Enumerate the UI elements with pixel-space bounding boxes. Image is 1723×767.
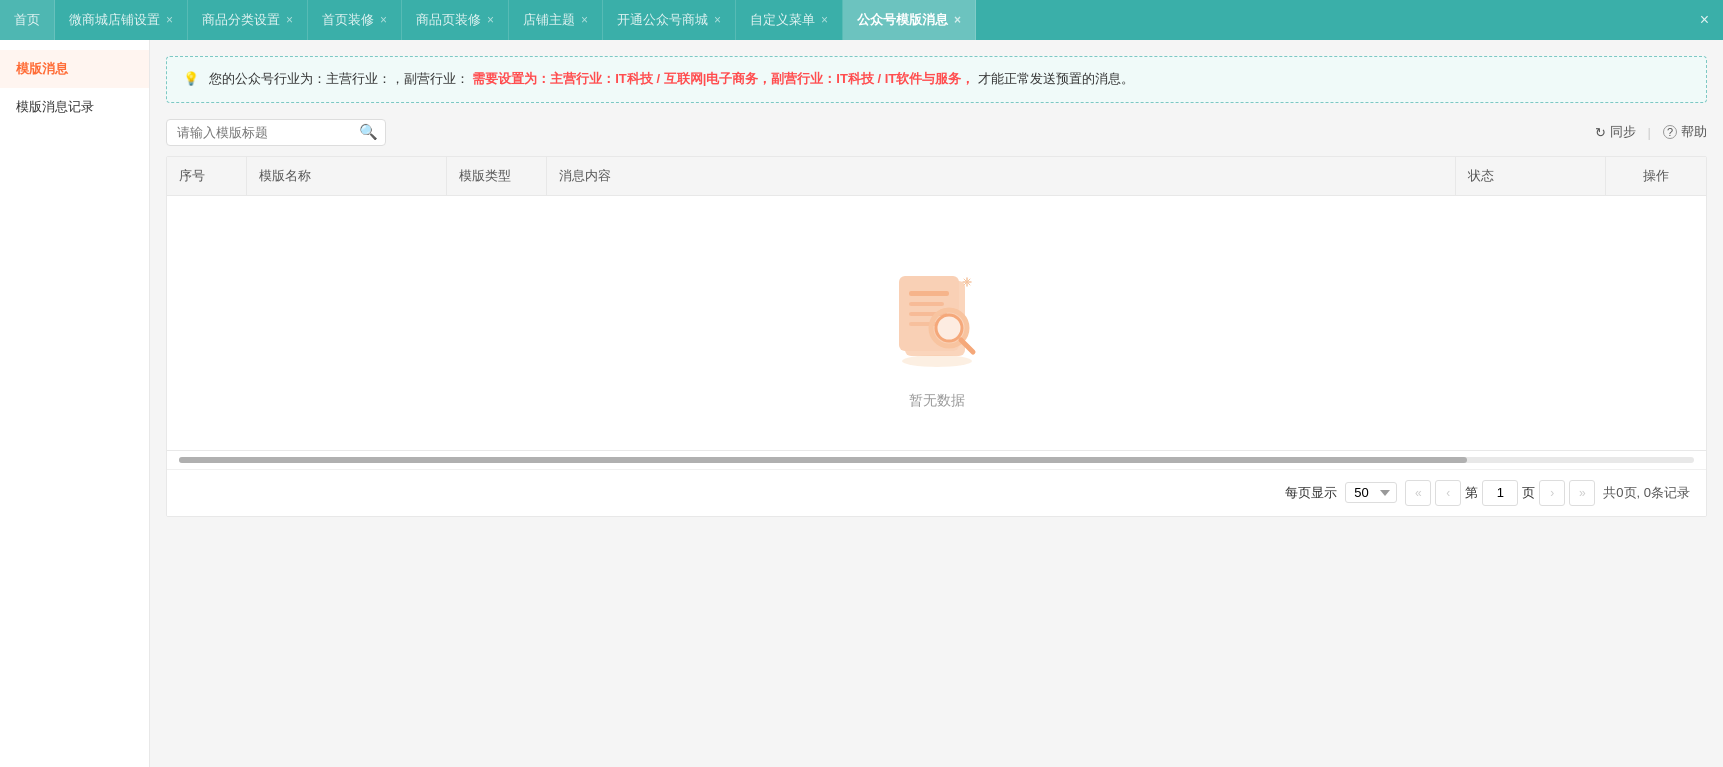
th-type: 模版类型 [447, 157, 547, 195]
page-size-label: 每页显示 [1285, 484, 1337, 502]
bulb-icon: 💡 [183, 71, 199, 86]
tab-home[interactable]: 首页 [0, 0, 55, 40]
tab-weishop-label: 微商城店铺设置 [69, 11, 160, 29]
tab-pubstore-label: 开通公众号商城 [617, 11, 708, 29]
tab-product[interactable]: 商品页装修 × [402, 0, 509, 40]
empty-state: 暂无数据 [167, 196, 1706, 450]
th-status: 状态 [1456, 157, 1606, 195]
page-label: 第 [1465, 484, 1478, 502]
prev-page-button[interactable]: ‹ [1435, 480, 1461, 506]
help-label: 帮助 [1681, 123, 1707, 141]
content-area: 💡 您的公众号行业为：主营行业：，副营行业： 需要设置为：主营行业：IT科技 /… [150, 40, 1723, 767]
empty-svg [877, 256, 997, 376]
tab-weishop-close[interactable]: × [166, 13, 173, 27]
search-input-wrap: 🔍 [166, 119, 386, 146]
search-input[interactable] [166, 119, 386, 146]
tab-category-label: 商品分类设置 [202, 11, 280, 29]
notice-suffix: 才能正常发送预置的消息。 [978, 71, 1134, 86]
sidebar-item-template-label: 模版消息 [16, 61, 68, 76]
tab-homepage-close[interactable]: × [380, 13, 387, 27]
empty-text: 暂无数据 [909, 392, 965, 410]
main-layout: 模版消息 模版消息记录 💡 您的公众号行业为：主营行业：，副营行业： 需要设置为… [0, 40, 1723, 767]
tab-custmenu-label: 自定义菜单 [750, 11, 815, 29]
last-page-button[interactable]: » [1569, 480, 1595, 506]
sync-icon: ↻ [1595, 125, 1606, 140]
th-seq: 序号 [167, 157, 247, 195]
search-right: ↻ 同步 | ? 帮助 [1595, 123, 1707, 141]
tab-weishop[interactable]: 微商城店铺设置 × [55, 0, 188, 40]
tab-category[interactable]: 商品分类设置 × [188, 0, 308, 40]
tab-custmenu[interactable]: 自定义菜单 × [736, 0, 843, 40]
tab-theme-close[interactable]: × [581, 13, 588, 27]
tab-homepage[interactable]: 首页装修 × [308, 0, 402, 40]
notice-box: 💡 您的公众号行业为：主营行业：，副营行业： 需要设置为：主营行业：IT科技 /… [166, 56, 1707, 103]
tab-theme[interactable]: 店铺主题 × [509, 0, 603, 40]
svg-rect-4 [909, 302, 944, 306]
tab-theme-label: 店铺主题 [523, 11, 575, 29]
tab-category-close[interactable]: × [286, 13, 293, 27]
next-page-button[interactable]: › [1539, 480, 1565, 506]
current-page-input[interactable] [1482, 480, 1518, 506]
pagination: 每页显示 50 10 20 100 « ‹ 第 页 [167, 469, 1706, 516]
tab-product-label: 商品页装修 [416, 11, 481, 29]
th-name: 模版名称 [247, 157, 447, 195]
horizontal-scrollbar[interactable] [167, 450, 1706, 469]
notice-highlight: 需要设置为：主营行业：IT科技 / 互联网|电子商务，副营行业：IT科技 / I… [472, 71, 974, 86]
search-bar: 🔍 ↻ 同步 | ? 帮助 [166, 119, 1707, 146]
tab-homepage-label: 首页装修 [322, 11, 374, 29]
tab-product-close[interactable]: × [487, 13, 494, 27]
sidebar-item-template-record[interactable]: 模版消息记录 [0, 88, 149, 126]
total-info: 共0页, 0条记录 [1603, 484, 1690, 502]
first-page-button[interactable]: « [1405, 480, 1431, 506]
prev-page-icon: ‹ [1446, 486, 1450, 500]
tab-home-label: 首页 [14, 11, 40, 29]
svg-rect-6 [909, 322, 939, 326]
page-nav: « ‹ 第 页 › » [1405, 480, 1595, 506]
help-icon: ? [1663, 125, 1677, 139]
table-header: 序号 模版名称 模版类型 消息内容 状态 操作 [167, 157, 1706, 196]
help-button[interactable]: ? 帮助 [1663, 123, 1707, 141]
page-size-select[interactable]: 50 10 20 100 [1345, 482, 1397, 503]
tab-bar: 首页 微商城店铺设置 × 商品分类设置 × 首页装修 × 商品页装修 × 店铺主… [0, 0, 1723, 40]
tab-templatemsg-label: 公众号模版消息 [857, 11, 948, 29]
tab-custmenu-close[interactable]: × [821, 13, 828, 27]
close-all-icon: × [1700, 11, 1709, 28]
tab-pubstore-close[interactable]: × [714, 13, 721, 27]
th-action: 操作 [1606, 157, 1706, 195]
sync-button[interactable]: ↻ 同步 [1595, 123, 1636, 141]
page-suffix: 页 [1522, 484, 1535, 502]
last-page-icon: » [1579, 486, 1586, 500]
tab-templatemsg-close[interactable]: × [954, 13, 961, 27]
scroll-thumb [179, 457, 1467, 463]
notice-prefix: 您的公众号行业为：主营行业：，副营行业： [209, 71, 469, 86]
th-content: 消息内容 [547, 157, 1456, 195]
search-icon[interactable]: 🔍 [359, 123, 378, 141]
data-table: 序号 模版名称 模版类型 消息内容 状态 操作 [166, 156, 1707, 517]
next-page-icon: › [1550, 486, 1554, 500]
sync-label: 同步 [1610, 123, 1636, 141]
sidebar-item-template[interactable]: 模版消息 [0, 50, 149, 88]
sidebar: 模版消息 模版消息记录 [0, 40, 150, 767]
svg-rect-3 [909, 291, 949, 296]
svg-point-0 [902, 355, 972, 367]
tab-pubstore[interactable]: 开通公众号商城 × [603, 0, 736, 40]
first-page-icon: « [1415, 486, 1422, 500]
tab-templatemsg[interactable]: 公众号模版消息 × [843, 0, 976, 40]
search-left: 🔍 [166, 119, 386, 146]
empty-illustration [877, 256, 997, 376]
scroll-track [179, 457, 1694, 463]
sidebar-item-template-record-label: 模版消息记录 [16, 99, 94, 114]
divider: | [1648, 125, 1651, 140]
close-all-button[interactable]: × [1686, 11, 1723, 29]
